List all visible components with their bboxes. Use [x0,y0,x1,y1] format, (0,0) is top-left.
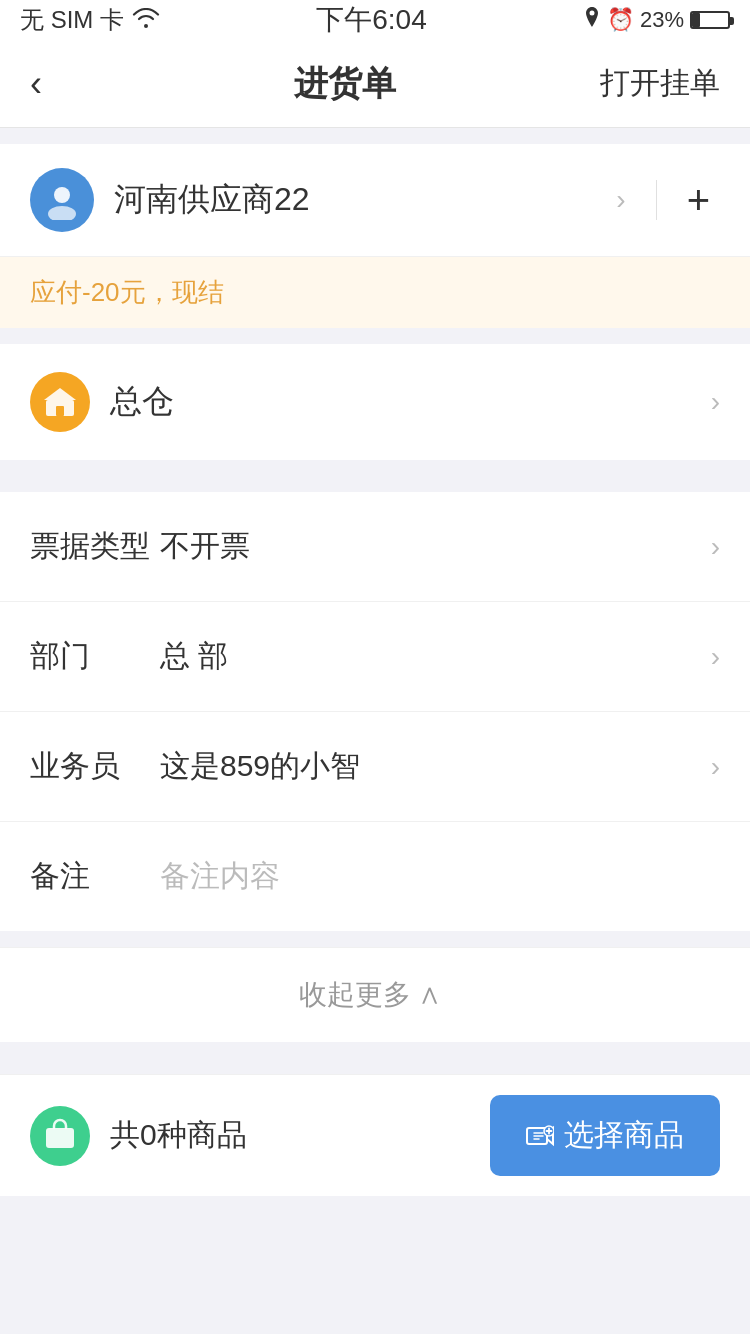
dept-row[interactable]: 部门 总 部 › [0,602,750,712]
salesman-chevron-icon: › [711,751,720,783]
warehouse-icon [30,372,90,432]
salesman-value: 这是859的小智 [160,746,711,787]
dept-chevron-icon: › [711,641,720,673]
goods-icon [30,1106,90,1166]
invoice-row[interactable]: 票据类型 不开票 › [0,492,750,602]
select-goods-button[interactable]: 选择商品 [490,1095,720,1176]
invoice-value: 不开票 [160,526,711,567]
svg-point-0 [54,187,70,203]
supplier-chevron-icon: › [616,184,625,216]
dept-label: 部门 [30,636,160,677]
invoice-label: 票据类型 [30,526,160,567]
supplier-avatar [30,168,94,232]
collapse-label: 收起更多 ∧ [299,976,442,1014]
remark-input[interactable]: 备注内容 [160,856,720,897]
form-section: 票据类型 不开票 › 部门 总 部 › 业务员 这是859的小智 › 备注 备注… [0,492,750,931]
select-goods-label: 选择商品 [564,1115,684,1156]
invoice-chevron-icon: › [711,531,720,563]
sep3 [0,1058,750,1074]
sep2 [0,476,750,492]
warehouse-row[interactable]: 总仓 › [0,344,750,460]
bottom-bar: 共0种商品 选择商品 [0,1074,750,1196]
status-right: ⏰ 23% [583,7,730,33]
carrier-label: 无 SIM 卡 [20,4,124,36]
remark-row[interactable]: 备注 备注内容 [0,822,750,931]
notice-bar: 应付-20元，现结 [0,257,750,328]
notice-text: 应付-20元，现结 [30,277,224,307]
page-title: 进货单 [294,61,396,107]
status-left: 无 SIM 卡 [20,4,160,36]
battery-icon [690,11,730,29]
warehouse-card[interactable]: 总仓 › [0,344,750,460]
dept-value: 总 部 [160,636,711,677]
battery-percent: 23% [640,7,684,33]
location-icon [583,7,601,33]
sep1 [0,128,750,144]
warehouse-chevron-icon: › [711,386,720,418]
alarm-icon: ⏰ [607,7,634,33]
salesman-label: 业务员 [30,746,160,787]
warehouse-name: 总仓 [110,380,711,424]
back-button[interactable]: ‹ [30,63,90,105]
remark-label: 备注 [30,856,160,897]
status-time: 下午6:04 [316,1,427,39]
content: 河南供应商22 › + 应付-20元，现结 总仓 › 票据类型 [0,128,750,1196]
collapse-button[interactable]: 收起更多 ∧ [0,947,750,1042]
supplier-name: 河南供应商22 [114,178,616,222]
add-supplier-button[interactable]: + [677,178,720,223]
supplier-row[interactable]: 河南供应商22 › + [0,144,750,257]
collapse-card: 收起更多 ∧ [0,947,750,1042]
salesman-row[interactable]: 业务员 这是859的小智 › [0,712,750,822]
svg-marker-3 [44,388,76,400]
vertical-divider [656,180,657,220]
svg-rect-5 [46,1128,74,1148]
goods-count-label: 共0种商品 [110,1115,490,1156]
supplier-card: 河南供应商22 › + 应付-20元，现结 [0,144,750,328]
nav-bar: ‹ 进货单 打开挂单 [0,40,750,128]
open-pending-button[interactable]: 打开挂单 [600,63,720,104]
status-bar: 无 SIM 卡 下午6:04 ⏰ 23% [0,0,750,40]
svg-point-1 [48,206,76,220]
svg-rect-4 [56,406,64,416]
wifi-icon [132,6,160,34]
